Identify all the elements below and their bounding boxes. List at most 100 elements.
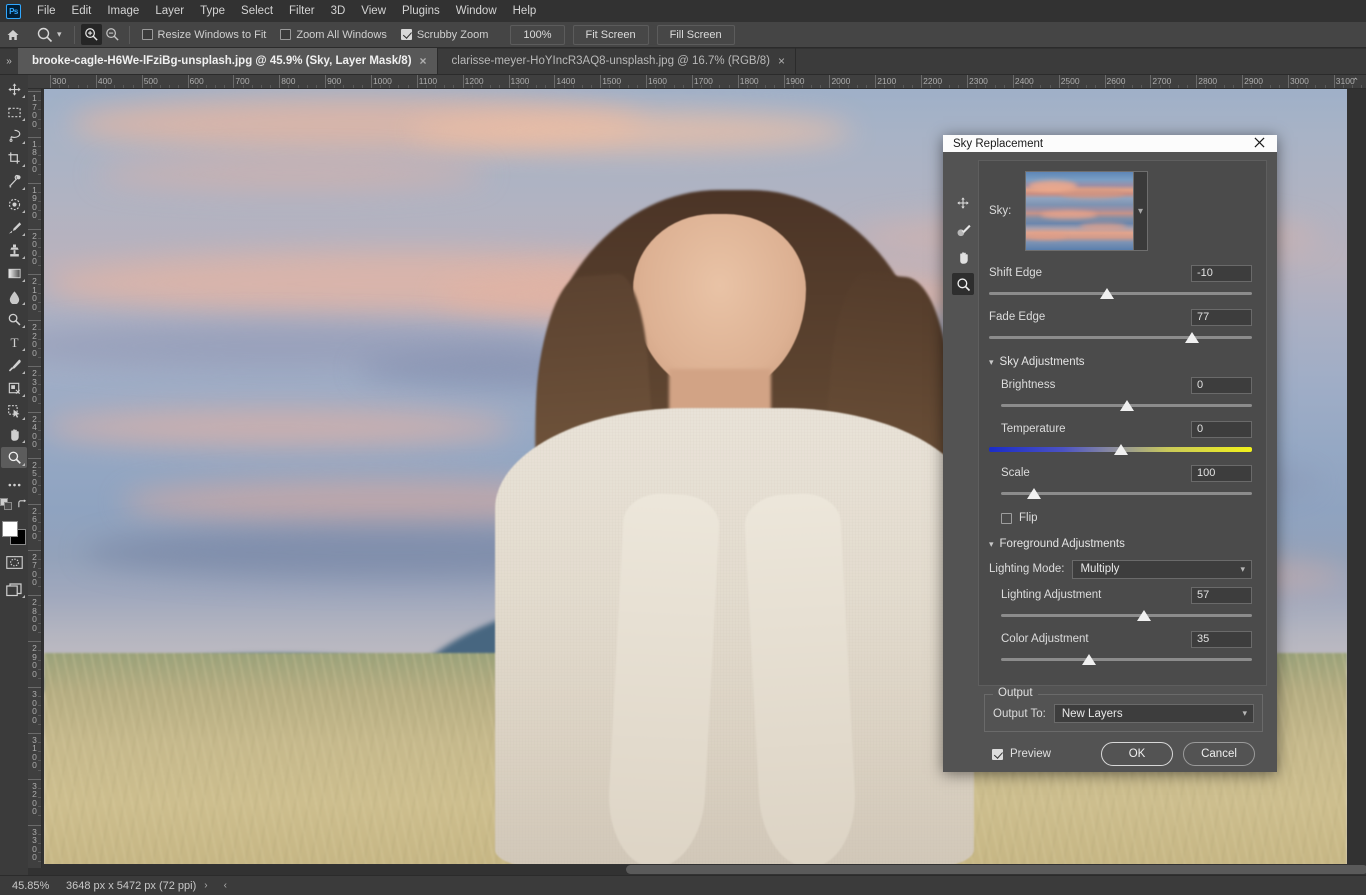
sky-preset-dropdown[interactable]: ▾ (1133, 172, 1147, 250)
healing-brush-tool[interactable] (1, 378, 27, 399)
slider-thumb[interactable] (1100, 288, 1115, 299)
checkbox-box[interactable] (400, 29, 412, 40)
expand-panels-icon[interactable]: » (0, 48, 18, 74)
menu-help[interactable]: Help (505, 2, 545, 20)
home-icon[interactable] (0, 22, 26, 48)
slider-track[interactable] (989, 292, 1252, 295)
default-colors-icon[interactable] (0, 497, 12, 515)
vertical-scrollbar[interactable] (1355, 89, 1366, 868)
menu-layer[interactable]: Layer (147, 2, 192, 20)
brightness-value[interactable]: 0 (1191, 376, 1252, 394)
sky-preset-thumbnail[interactable] (1026, 172, 1133, 250)
lasso-tool[interactable] (1, 125, 27, 146)
screen-mode-icon[interactable] (1, 579, 27, 600)
fit-screen-button[interactable]: Fit Screen (572, 24, 649, 45)
lighting-adjustment-slider[interactable] (1001, 607, 1252, 625)
menu-type[interactable]: Type (192, 2, 233, 20)
object-selection-tool[interactable] (1, 194, 27, 215)
hand-tool[interactable] (1, 424, 27, 445)
resize-windows-to-fit-checkbox[interactable]: Resize Windows to Fit (141, 29, 266, 41)
shift-edge-slider[interactable] (989, 285, 1252, 303)
shift-edge-value[interactable]: -10 (1191, 264, 1252, 282)
slider-thumb[interactable] (1184, 332, 1199, 343)
sky-hand-tool[interactable] (952, 246, 974, 268)
color-swatches[interactable] (1, 520, 27, 546)
brightness-slider[interactable] (1001, 397, 1252, 415)
slider-thumb[interactable] (1081, 654, 1096, 665)
chevron-down-icon[interactable]: ▾ (989, 357, 994, 368)
path-selection-tool[interactable] (1, 401, 27, 422)
cancel-button[interactable]: Cancel (1183, 742, 1255, 766)
close-icon[interactable]: × (778, 55, 785, 67)
chevron-up-icon[interactable]: ⌃ (1350, 76, 1359, 87)
chevron-down-icon[interactable]: ▾ (1242, 708, 1247, 719)
zoom-in-icon[interactable] (80, 24, 102, 45)
document-tab-clarisse[interactable]: clarisse-meyer-HoYIncR3AQ8-unsplash.jpg … (438, 48, 797, 74)
chevron-down-icon[interactable]: ▾ (57, 29, 62, 40)
preview-checkbox-row[interactable]: Preview (992, 748, 1051, 760)
scrollbar-thumb[interactable] (626, 865, 1366, 874)
fade-edge-slider[interactable] (989, 329, 1252, 347)
crop-tool[interactable] (1, 148, 27, 169)
slider-track[interactable] (989, 336, 1252, 339)
frame-tool[interactable] (1, 171, 27, 192)
resize-grip-icon[interactable]: ‹ (216, 880, 235, 891)
zoom-out-icon[interactable] (102, 24, 123, 45)
close-icon[interactable]: × (420, 55, 427, 67)
flip-checkbox[interactable] (1001, 512, 1012, 524)
sky-brush-tool[interactable] (952, 219, 974, 241)
scale-slider[interactable] (1001, 485, 1252, 503)
eyedropper-tool[interactable] (1, 355, 27, 376)
menu-3d[interactable]: 3D (323, 2, 354, 20)
type-tool[interactable]: T (1, 332, 27, 353)
color-adjustment-slider[interactable] (1001, 651, 1252, 669)
slider-thumb[interactable] (1119, 400, 1134, 411)
horizontal-ruler[interactable]: 300 400 500 600 700 800 900 1000 1100 1200 1300 140… (28, 75, 1366, 89)
scale-value[interactable]: 100 (1191, 464, 1252, 482)
chevron-right-icon[interactable]: › (196, 880, 215, 891)
active-tool-preset[interactable]: ▾ (26, 26, 68, 44)
menu-window[interactable]: Window (448, 2, 505, 20)
move-tool[interactable] (1, 79, 27, 100)
zoom-level[interactable]: 45.85% (0, 880, 66, 892)
menu-edit[interactable]: Edit (64, 2, 100, 20)
checkbox-box[interactable] (280, 29, 292, 40)
quick-mask-icon[interactable] (1, 552, 27, 573)
section-foreground-adjustments[interactable]: ▾ Foreground Adjustments (989, 533, 1252, 555)
chevron-down-icon[interactable]: ▾ (1138, 206, 1143, 217)
vertical-ruler[interactable]: 1700 1800 1900 2000 2100 2200 2300 2400 2500 2600… (28, 89, 42, 868)
sky-zoom-tool[interactable] (952, 273, 974, 295)
foreground-color-swatch[interactable] (2, 521, 18, 537)
dialog-title-bar[interactable]: Sky Replacement (943, 135, 1277, 152)
rectangular-marquee-tool[interactable] (1, 102, 27, 123)
menu-filter[interactable]: Filter (281, 2, 323, 20)
horizontal-scrollbar[interactable] (42, 864, 1366, 875)
dodge-tool[interactable] (1, 309, 27, 330)
slider-track[interactable] (1001, 614, 1252, 617)
menu-view[interactable]: View (353, 2, 394, 20)
zoom-tool[interactable] (1, 447, 27, 468)
ok-button[interactable]: OK (1101, 742, 1173, 766)
slider-thumb[interactable] (1137, 610, 1152, 621)
sky-preset-picker[interactable]: ▾ (1025, 171, 1148, 251)
slider-thumb[interactable] (1026, 488, 1041, 499)
slider-track[interactable] (1001, 658, 1252, 661)
document-tab-sky[interactable]: brooke-cagle-H6We-lFziBg-unsplash.jpg @ … (18, 48, 438, 74)
fade-edge-value[interactable]: 77 (1191, 308, 1252, 326)
lighting-adjustment-value[interactable]: 57 (1191, 586, 1252, 604)
temperature-slider[interactable] (989, 441, 1252, 459)
blur-tool[interactable] (1, 286, 27, 307)
temperature-value[interactable]: 0 (1191, 420, 1252, 438)
chevron-down-icon[interactable]: ▾ (989, 539, 994, 550)
scrubby-zoom-checkbox[interactable]: Scrubby Zoom (400, 29, 488, 41)
clone-stamp-tool[interactable] (1, 240, 27, 261)
preview-checkbox[interactable] (992, 748, 1003, 760)
output-to-select[interactable]: New Layers ▾ (1053, 704, 1254, 723)
menu-plugins[interactable]: Plugins (394, 2, 448, 20)
swap-colors-icon[interactable] (17, 497, 28, 515)
menu-select[interactable]: Select (233, 2, 281, 20)
fill-screen-button[interactable]: Fill Screen (656, 24, 735, 45)
chevron-down-icon[interactable]: ▾ (1240, 564, 1245, 575)
close-icon[interactable] (1250, 135, 1269, 152)
menu-file[interactable]: File (29, 2, 64, 20)
